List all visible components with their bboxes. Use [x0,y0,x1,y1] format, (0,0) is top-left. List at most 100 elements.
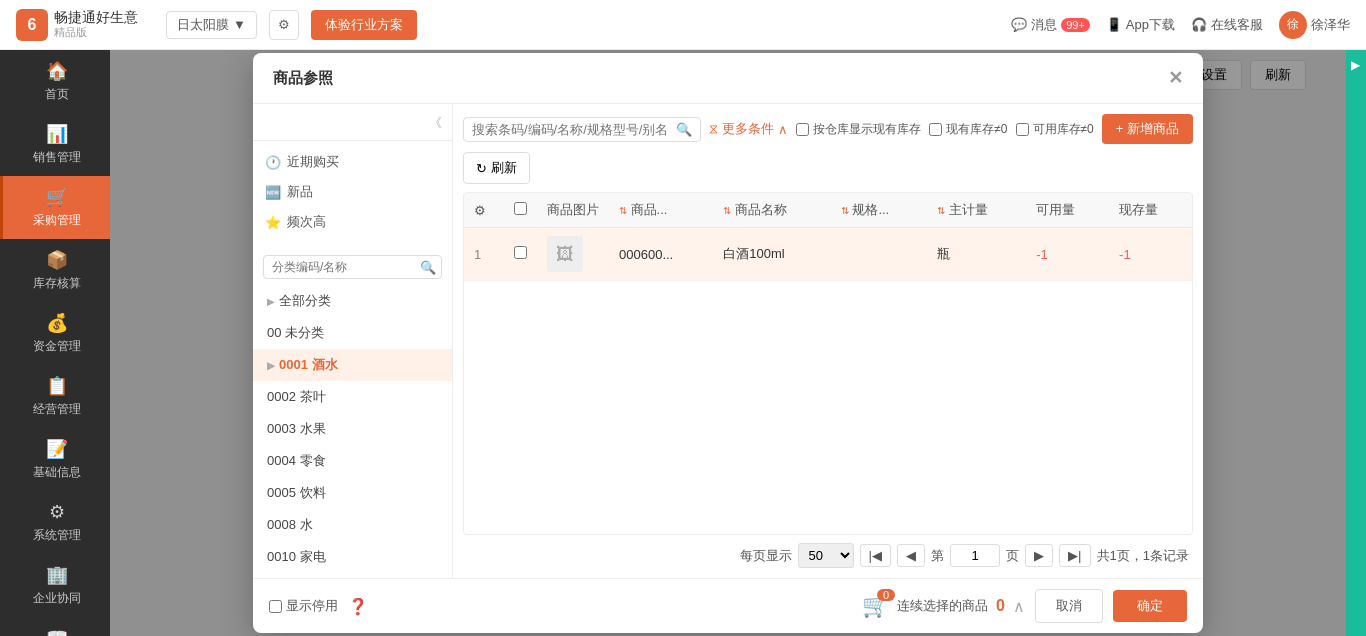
sidebar-item-basic[interactable]: 📝 基础信息 [0,428,110,491]
cancel-button[interactable]: 取消 [1035,589,1103,623]
gear-button[interactable]: ⚙ [269,10,299,40]
sidebar-item-inventory[interactable]: 📦 库存核算 [0,239,110,302]
cat-item-0002[interactable]: 0002 茶叶 [253,381,452,413]
brand-selector[interactable]: 日太阳膜 ▼ [166,11,257,39]
sidebar-label-basic: 基础信息 [33,464,81,481]
messages-item[interactable]: 💬 消息 99+ [1011,16,1090,34]
cat-quick-recent[interactable]: 🕐 近期购买 [253,147,452,177]
row-checkbox [504,228,537,281]
cat-item-0001[interactable]: ▶ 0001 酒水 [253,349,452,381]
product-modal: 商品参照 ✕ 《 🕐 近期购买 [253,53,1203,633]
collapse-up-icon[interactable]: ∧ [1013,597,1025,616]
enterprise-icon: 🏢 [46,564,68,586]
table: ⚙ 商品图片 ⇅ 商品... [464,193,1192,281]
sidebar-item-sales[interactable]: 📊 销售管理 [0,113,110,176]
cat-item-0003[interactable]: 0003 水果 [253,413,452,445]
headset-icon: 🎧 [1191,17,1207,32]
checkbox-available-nonzero[interactable]: 现有库存≠0 [929,121,1007,138]
search-input[interactable] [472,122,672,137]
nav-right: 💬 消息 99+ 📱 App下载 🎧 在线客服 徐 徐泽华 [1011,11,1350,39]
pagination-bar: 每页显示 50 100 200 |◀ ◀ 第 页 ▶ [463,535,1193,568]
system-icon: ⚙ [49,501,65,523]
sort-icon-unit: ⇅ [937,205,945,216]
page-input[interactable] [950,544,1000,567]
checkbox-available-nonzero-input[interactable] [929,123,942,136]
show-disabled-input[interactable] [269,600,282,613]
sort-icon-spec: ⇅ [841,205,849,216]
cat-search-input[interactable] [263,255,442,279]
logo-text: 畅捷通好生意 [54,9,138,26]
message-badge: 99+ [1061,18,1090,32]
checkbox-usable-nonzero-input[interactable] [1016,123,1029,136]
sidebar-item-finance[interactable]: 💰 资金管理 [0,302,110,365]
modal-close-button[interactable]: ✕ [1168,67,1183,89]
search-bar: 🔍 ⧖ 更多条件 ∧ 按仓库显示现有库存 [463,114,1193,184]
first-page-button[interactable]: |◀ [860,544,891,567]
right-panel: ▶ [1346,50,1366,636]
trial-button[interactable]: 体验行业方案 [311,10,417,40]
sidebar-label-inventory: 库存核算 [33,275,81,292]
checkbox-by-warehouse[interactable]: 按仓库显示现有库存 [796,121,921,138]
cat-quick-new[interactable]: 🆕 新品 [253,177,452,207]
col-name-header: ⇅ 商品名称 [713,193,831,228]
help-icon[interactable]: ❓ [348,597,368,616]
sidebar-label-home: 首页 [45,86,69,103]
refresh-button[interactable]: ↻ 刷新 [463,152,530,184]
cart-icon-wrap: 🛒 0 [862,593,889,619]
right-panel-toggle[interactable]: ▶ [1349,58,1363,72]
prev-page-button[interactable]: ◀ [897,544,925,567]
refresh-icon: ↻ [476,161,487,176]
cat-item-0004[interactable]: 0004 零食 [253,445,452,477]
star-icon: ⭐ [265,215,281,230]
navbar: 6 畅捷通好生意 精品版 日太阳膜 ▼ ⚙ 体验行业方案 💬 消息 99+ 📱 … [0,0,1366,50]
row-unit: 瓶 [927,228,1026,281]
sidebar-item-home[interactable]: 🏠 首页 [0,50,110,113]
online-service-item[interactable]: 🎧 在线客服 [1191,16,1263,34]
cat-search: 🔍 [263,255,442,279]
next-page-button[interactable]: ▶ [1025,544,1053,567]
checkbox-by-warehouse-input[interactable] [796,123,809,136]
cat-tree: ▶ 全部分类 00 未分类 ▶ 0001 酒水 0002 茶 [253,285,452,573]
cat-item-all[interactable]: ▶ 全部分类 [253,285,452,317]
cat-collapse-icon[interactable]: 《 [429,114,442,132]
guide-icon: 📖 [46,627,68,636]
filter-more-button[interactable]: ⧖ 更多条件 ∧ [709,120,788,138]
sidebar-item-system[interactable]: ⚙ 系统管理 [0,491,110,554]
cat-item-00[interactable]: 00 未分类 [253,317,452,349]
show-disabled-checkbox[interactable]: 显示停用 [269,597,338,615]
col-unit-header: ⇅ 主计量 [927,193,1026,228]
selected-text: 连续选择的商品 [897,597,988,615]
per-page-label: 每页显示 [740,547,792,565]
add-product-button[interactable]: + 新增商品 [1102,114,1193,144]
table-row[interactable]: 1 🖼 000600... 白酒100ml [464,228,1192,281]
col-checkbox [504,193,537,228]
sidebar-item-operations[interactable]: 📋 经营管理 [0,365,110,428]
table-body: 1 🖼 000600... 白酒100ml [464,228,1192,281]
row-select-checkbox[interactable] [514,246,527,259]
content-area: 查询 设置 刷新 商品参照 ✕ 《 [110,50,1346,636]
search-icon: 🔍 [676,122,692,137]
select-all-checkbox[interactable] [514,202,527,215]
confirm-button[interactable]: 确定 [1113,590,1187,622]
per-page-select[interactable]: 50 100 200 [798,543,854,568]
sidebar-item-enterprise[interactable]: 🏢 企业协同 [0,554,110,617]
cat-panel-top: 《 [253,114,452,141]
cat-quick-frequent[interactable]: ⭐ 频次高 [253,207,452,237]
checkbox-usable-nonzero[interactable]: 可用库存≠0 [1016,121,1094,138]
app-download-item[interactable]: 📱 App下载 [1106,16,1175,34]
col-settings-icon[interactable]: ⚙ [474,203,486,218]
table-header: ⚙ 商品图片 ⇅ 商品... [464,193,1192,228]
search-input-wrap: 🔍 [463,117,701,142]
row-spec [831,228,927,281]
sales-icon: 📊 [46,123,68,145]
cat-item-0005[interactable]: 0005 饮料 [253,477,452,509]
sort-icon-code: ⇅ [619,205,627,216]
sidebar-item-purchase[interactable]: 🛒 采购管理 [0,176,110,239]
cat-item-0008[interactable]: 0008 水 [253,509,452,541]
sidebar-label-sales: 销售管理 [33,149,81,166]
logo-sub: 精品版 [54,25,138,40]
cat-item-0010[interactable]: 0010 家电 [253,541,452,573]
sidebar-item-guide[interactable]: 📖 新手引导 [0,617,110,636]
last-page-button[interactable]: ▶| [1059,544,1090,567]
user-profile[interactable]: 徐 徐泽华 [1279,11,1350,39]
